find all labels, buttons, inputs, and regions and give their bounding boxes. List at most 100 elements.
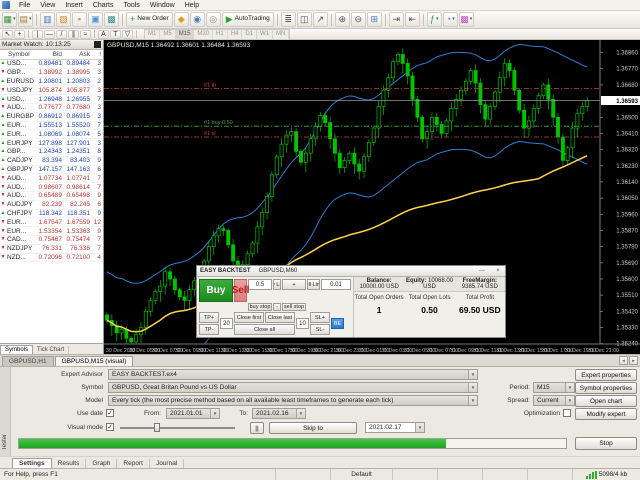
autotrading-button[interactable]: ▶ AutoTrading — [221, 12, 274, 27]
tp-plus-button[interactable]: TP+ — [199, 312, 219, 323]
stop-button[interactable]: Stop — [575, 437, 637, 450]
market-watch-row[interactable]: ▼ NZD... 0.72096 0.72100 4 — [0, 254, 103, 263]
tp-value-field[interactable]: 20 — [220, 318, 233, 329]
sounds-button[interactable]: ◎ — [205, 12, 221, 27]
tester-tab-settings[interactable]: Settings — [12, 458, 52, 468]
market-watch-row[interactable]: ▲ CHFJPY 118.342 118.351 9 — [0, 210, 103, 219]
timeframe-m30[interactable]: M30 — [194, 29, 214, 39]
line-chart-button[interactable]: ↗ — [312, 12, 328, 27]
tile-windows-button[interactable]: ⊞ — [366, 12, 382, 27]
symbol-select[interactable]: GBPUSD, Great Britan Pound vs US Dollar ▼ — [108, 382, 478, 393]
use-date-checkbox[interactable]: ✓ — [106, 409, 114, 417]
slider-thumb[interactable] — [154, 423, 160, 432]
chevron-down-icon[interactable]: ▼ — [468, 396, 477, 405]
market-watch-tab-symbols[interactable]: Symbols — [0, 345, 34, 354]
market-watch-row[interactable]: ▲ GBP... 1.24343 1.24351 8 — [0, 148, 103, 157]
sl-plus-button[interactable]: SL+ — [310, 312, 330, 323]
optimization-checkbox[interactable] — [563, 409, 571, 417]
tester-tab-journal[interactable]: Journal — [150, 459, 185, 468]
calendar-dropdown-icon[interactable]: ▼ — [210, 409, 219, 418]
calendar-dropdown-icon[interactable]: ▼ — [296, 409, 305, 418]
sell-button[interactable]: Sell — [232, 279, 249, 302]
strategy-tester-button[interactable]: ▩ — [104, 12, 119, 27]
market-watch-row[interactable]: ▼ NZDJPY 76.331 76.338 7 — [0, 245, 103, 254]
templates-button[interactable]: ▩ ▾ — [458, 12, 474, 27]
close-all-button[interactable]: Close all — [234, 324, 295, 335]
expert-advisor-select[interactable]: EASY BACKTEST.ex4 ▼ — [108, 369, 478, 380]
lot-increase-button[interactable]: + — [282, 279, 306, 290]
market-watch-row[interactable]: ▲ EURUSD 1.20801 1.20803 2 — [0, 78, 103, 87]
pause-button[interactable]: || — [250, 422, 264, 434]
close-last-button[interactable]: Close last — [265, 312, 295, 323]
market-watch-row[interactable]: ▲ EURGBP 0.86912 0.86915 3 — [0, 113, 103, 122]
crosshair-button[interactable]: + — [14, 29, 25, 39]
market-watch-row[interactable]: ▼ AUD... 0.77677 0.77680 3 — [0, 104, 103, 113]
symbol-properties-button[interactable]: Symbol properties — [575, 382, 637, 394]
chevron-down-icon[interactable]: ▼ — [565, 383, 574, 392]
calendar-dropdown-icon[interactable]: ▼ — [415, 423, 424, 432]
market-watch-row[interactable]: ▼ AUD... 0.65489 0.65498 9 — [0, 192, 103, 201]
column-header-ask[interactable]: Ask — [62, 51, 90, 58]
modify-expert-button[interactable]: Modify expert — [575, 408, 637, 420]
open-chart-button[interactable]: Open chart — [575, 395, 637, 407]
alerts-button[interactable]: ◉ — [189, 12, 205, 27]
market-watch-tab-tick-chart[interactable]: Tick Chart — [33, 346, 70, 354]
market-watch-row[interactable]: ▼ EUR... 1.53354 1.53363 9 — [0, 227, 103, 236]
fibonacci-button[interactable]: ≈ — [80, 29, 91, 39]
market-watch-row[interactable]: ▼ USDJPY 105.874 105.877 3 — [0, 86, 103, 96]
column-header-spread[interactable]: ! — [90, 51, 102, 58]
zoom-in-button[interactable]: ⊕ — [334, 12, 350, 27]
vertical-line-button[interactable]: | — [32, 29, 43, 39]
tab-scroll-right-icon[interactable]: ▸ — [629, 356, 638, 365]
menu-insert[interactable]: Insert — [60, 0, 88, 10]
market-watch-detach-icon[interactable] — [94, 41, 101, 48]
lot-decrease-button[interactable]: - — [273, 303, 281, 311]
channel-button[interactable]: ∥ — [68, 29, 79, 39]
new-chart-button[interactable]: ▦ ▾ — [2, 12, 17, 27]
timeframes-button[interactable]: ◔ ▾ — [442, 12, 458, 27]
expert-properties-button[interactable]: Expert properties — [575, 369, 637, 381]
buy-lot-field[interactable]: 0.5 — [248, 279, 272, 290]
chart-tab[interactable]: GBPUSD,H1 — [2, 356, 54, 366]
metaeditor-button[interactable]: ◆ — [173, 12, 189, 27]
market-watch-row[interactable]: ▼ GBP... 1.38992 1.38995 3 — [0, 69, 103, 78]
timeframe-h4[interactable]: H4 — [228, 29, 243, 39]
sell-lot-field[interactable]: 0.01 — [321, 279, 351, 290]
chevron-down-icon[interactable]: ▼ — [565, 396, 574, 405]
market-watch-row[interactable]: ▼ AUDJPY 82.239 82.245 6 — [0, 201, 103, 210]
visual-speed-slider[interactable] — [120, 422, 235, 433]
indicators-button[interactable]: ƒ ▾ — [426, 12, 442, 27]
sell-stop-button[interactable]: sell stop — [282, 303, 306, 311]
column-header-bid[interactable]: Bid — [34, 51, 62, 58]
timeframe-mn[interactable]: MN — [273, 29, 290, 39]
cursor-button[interactable]: ↖ — [2, 29, 13, 39]
text-label-button[interactable]: T — [110, 29, 121, 39]
profiles-button[interactable]: ▤ ▾ — [18, 12, 33, 27]
menu-charts[interactable]: Charts — [88, 0, 119, 10]
visual-mode-checkbox[interactable]: ✓ — [106, 423, 114, 431]
market-watch-row[interactable]: ▲ CADJPY 83.394 83.403 9 — [0, 157, 103, 166]
horizontal-line-button[interactable]: — — [44, 29, 55, 39]
tester-tab-graph[interactable]: Graph — [86, 459, 118, 468]
timeframe-m15[interactable]: M15 — [175, 29, 195, 39]
candlestick-button[interactable]: ◫ — [296, 12, 312, 27]
close-first-button[interactable]: Close first — [234, 312, 264, 323]
menu-help[interactable]: Help — [180, 0, 204, 10]
timeframe-d1[interactable]: D1 — [242, 29, 258, 39]
arrows-button[interactable]: ▽ — [122, 29, 133, 39]
status-profile[interactable]: Default — [330, 469, 392, 480]
buy-button[interactable]: Buy — [199, 279, 233, 302]
menu-view[interactable]: View — [35, 0, 60, 10]
market-watch-row[interactable]: ▲ GBPJPY 147.157 147.163 6 — [0, 166, 103, 175]
zoom-out-button[interactable]: ⊖ — [350, 12, 366, 27]
chart-tab[interactable]: GBPUSD,M15 (visual) — [54, 356, 134, 366]
skip-to-button[interactable]: Skip to — [269, 422, 357, 434]
market-watch-row[interactable]: ▲ EURJPY 127.898 127.901 3 — [0, 139, 103, 148]
close-icon[interactable]: × — [494, 268, 502, 274]
tp-minus-button[interactable]: TP- — [199, 324, 219, 335]
timeframe-m1[interactable]: M1 — [145, 29, 161, 39]
market-watch-row[interactable]: ▲ USD... 1.26948 1.26955 7 — [0, 95, 103, 104]
tester-tab-results[interactable]: Results — [52, 459, 87, 468]
auto-scroll-button[interactable]: ⇥ — [388, 12, 404, 27]
from-date-field[interactable]: 2021.01.01 ▼ — [166, 408, 220, 419]
